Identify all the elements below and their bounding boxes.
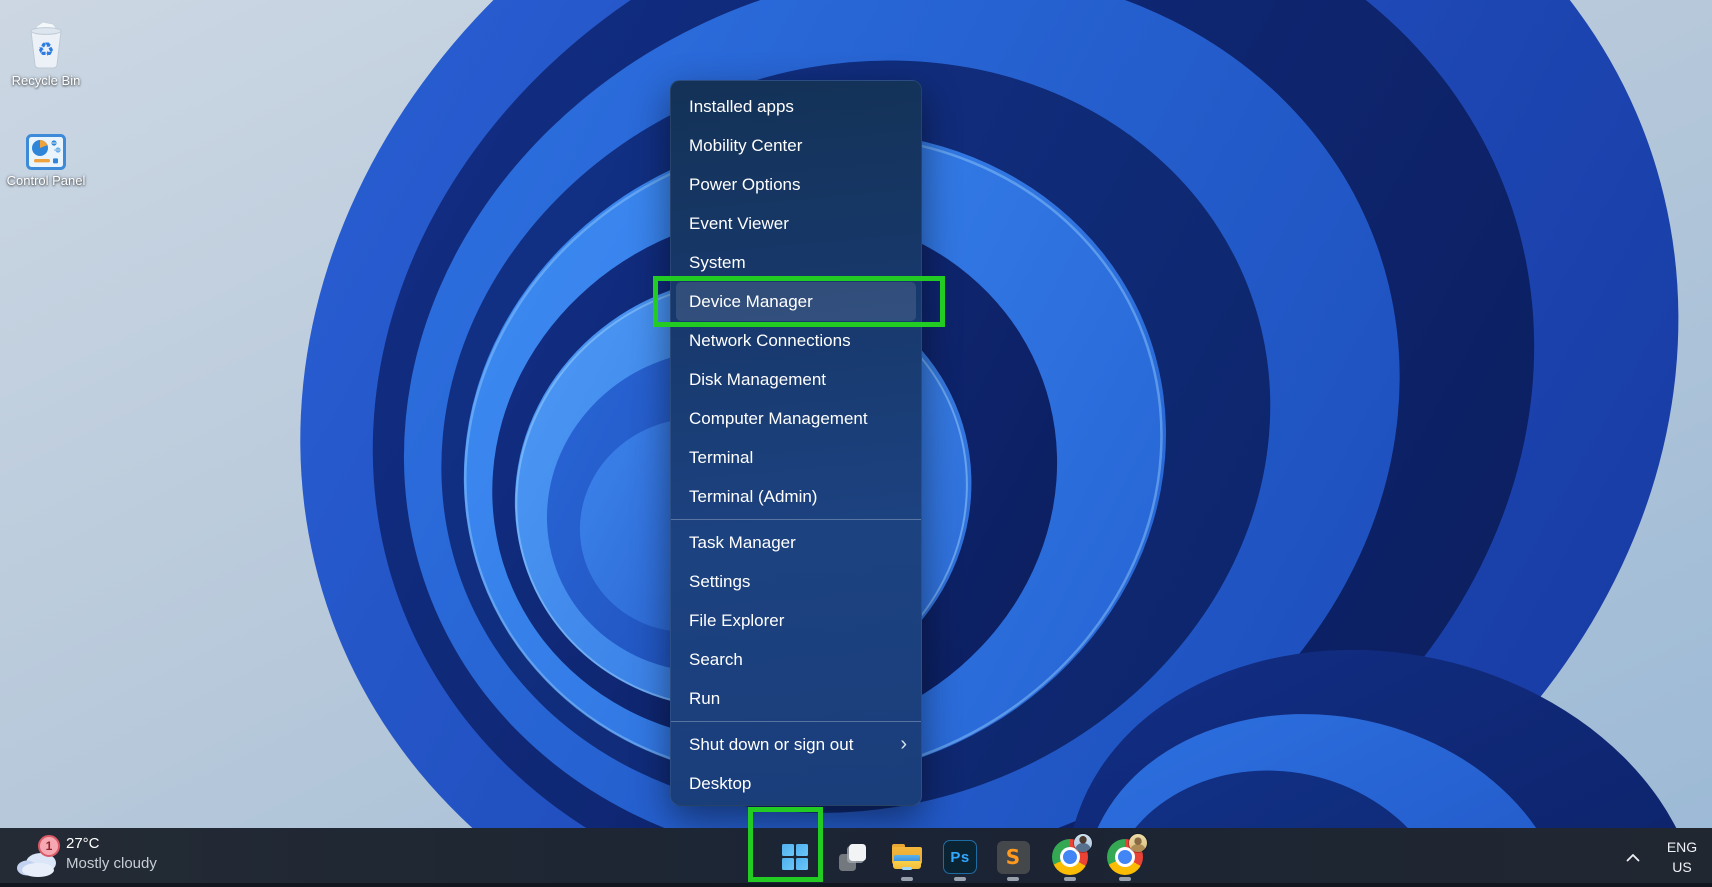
- menu-item-power-options[interactable]: Power Options: [671, 165, 921, 204]
- recycle-bin-icon: ♻: [30, 21, 62, 69]
- chrome-profile-avatar: [1074, 834, 1092, 852]
- menu-item-label: Shut down or sign out: [689, 735, 854, 754]
- task-view-icon: [838, 843, 866, 871]
- photoshop-glyph: Ps: [950, 848, 970, 866]
- chrome-profile-avatar: [1129, 834, 1147, 852]
- file-explorer-icon: [892, 844, 922, 870]
- svg-text:♻: ♻: [37, 39, 54, 61]
- menu-item-task-manager[interactable]: Task Manager: [671, 523, 921, 562]
- menu-item-label: Computer Management: [689, 409, 868, 428]
- menu-item-label: Mobility Center: [689, 136, 803, 155]
- desktop-icon-label: Control Panel: [6, 173, 86, 188]
- windows-desktop: ♻ Recycle Bin Control Panel Installed ap…: [0, 0, 1712, 887]
- tray-language-indicator[interactable]: ENG US: [1658, 834, 1706, 880]
- menu-item-label: Network Connections: [689, 331, 851, 350]
- menu-item-network-connections[interactable]: Network Connections: [671, 321, 921, 360]
- menu-item-label: Settings: [689, 572, 751, 591]
- windows-logo-icon: [782, 844, 808, 870]
- menu-item-label: File Explorer: [689, 611, 785, 630]
- taskbar: 1 27°C Mostly cloudy Ps S ENG US: [0, 828, 1712, 887]
- menu-item-label: Run: [689, 689, 721, 708]
- menu-item-label: Task Manager: [689, 533, 796, 552]
- menu-item-disk-management[interactable]: Disk Management: [671, 360, 921, 399]
- menu-item-label: Desktop: [689, 774, 752, 793]
- sublime-text-icon: S: [996, 840, 1030, 874]
- menu-item-label: Search: [689, 650, 743, 669]
- chrome-icon: [1052, 834, 1092, 875]
- menu-item-system[interactable]: System: [671, 243, 921, 282]
- desktop-icon-label: Recycle Bin: [11, 73, 81, 88]
- menu-item-file-explorer[interactable]: File Explorer: [671, 601, 921, 640]
- photoshop-button[interactable]: Ps: [940, 831, 980, 883]
- menu-item-settings[interactable]: Settings: [671, 562, 921, 601]
- menu-item-installed-apps[interactable]: Installed apps: [671, 87, 921, 126]
- desktop-icon-control-panel[interactable]: Control Panel: [0, 134, 92, 188]
- menu-item-label: Device Manager: [689, 292, 813, 311]
- weather-temperature: 27°C: [66, 835, 100, 852]
- submenu-chevron-icon: ›: [900, 733, 907, 755]
- menu-item-shut-down-or-sign-out[interactable]: Shut down or sign out ›: [671, 725, 921, 764]
- menu-item-event-viewer[interactable]: Event Viewer: [671, 204, 921, 243]
- tray-language: ENG: [1666, 839, 1698, 855]
- control-panel-icon: [26, 134, 66, 170]
- menu-item-label: Power Options: [689, 175, 801, 194]
- photoshop-icon: Ps: [943, 840, 977, 874]
- menu-item-label: System: [689, 253, 746, 272]
- chevron-up-icon: [1626, 853, 1640, 861]
- menu-item-label: Terminal: [689, 448, 754, 467]
- menu-item-terminal[interactable]: Terminal: [671, 438, 921, 477]
- menu-item-mobility-center[interactable]: Mobility Center: [671, 126, 921, 165]
- chrome-icon: [1107, 834, 1147, 875]
- menu-item-desktop[interactable]: Desktop: [671, 764, 921, 803]
- task-view-button[interactable]: [832, 831, 872, 883]
- tray-show-hidden-icons-button[interactable]: [1612, 836, 1654, 878]
- tray-region: US: [1672, 859, 1692, 875]
- file-explorer-button[interactable]: [887, 831, 927, 883]
- sublime-glyph: S: [1005, 845, 1021, 869]
- desktop-icon-recycle-bin[interactable]: ♻ Recycle Bin: [0, 20, 92, 88]
- menu-separator: [671, 721, 921, 722]
- menu-item-terminal-admin[interactable]: Terminal (Admin): [671, 477, 921, 516]
- winx-context-menu: Installed apps Mobility Center Power Opt…: [670, 80, 922, 806]
- chrome-profile-1-button[interactable]: [1050, 831, 1092, 883]
- start-button[interactable]: [775, 831, 815, 883]
- weather-widget[interactable]: 1 27°C Mostly cloudy: [10, 828, 260, 883]
- menu-item-label: Event Viewer: [689, 214, 789, 233]
- weather-condition: Mostly cloudy: [66, 855, 157, 872]
- menu-item-label: Disk Management: [689, 370, 827, 389]
- menu-item-run[interactable]: Run: [671, 679, 921, 718]
- menu-item-device-manager[interactable]: Device Manager: [676, 282, 916, 321]
- weather-notification-badge: 1: [38, 835, 60, 857]
- menu-item-label: Terminal (Admin): [689, 487, 818, 506]
- menu-item-label: Installed apps: [689, 97, 794, 116]
- menu-separator: [671, 519, 921, 520]
- menu-item-computer-management[interactable]: Computer Management: [671, 399, 921, 438]
- sublime-text-button[interactable]: S: [993, 831, 1033, 883]
- chrome-profile-2-button[interactable]: [1105, 831, 1147, 883]
- menu-item-search[interactable]: Search: [671, 640, 921, 679]
